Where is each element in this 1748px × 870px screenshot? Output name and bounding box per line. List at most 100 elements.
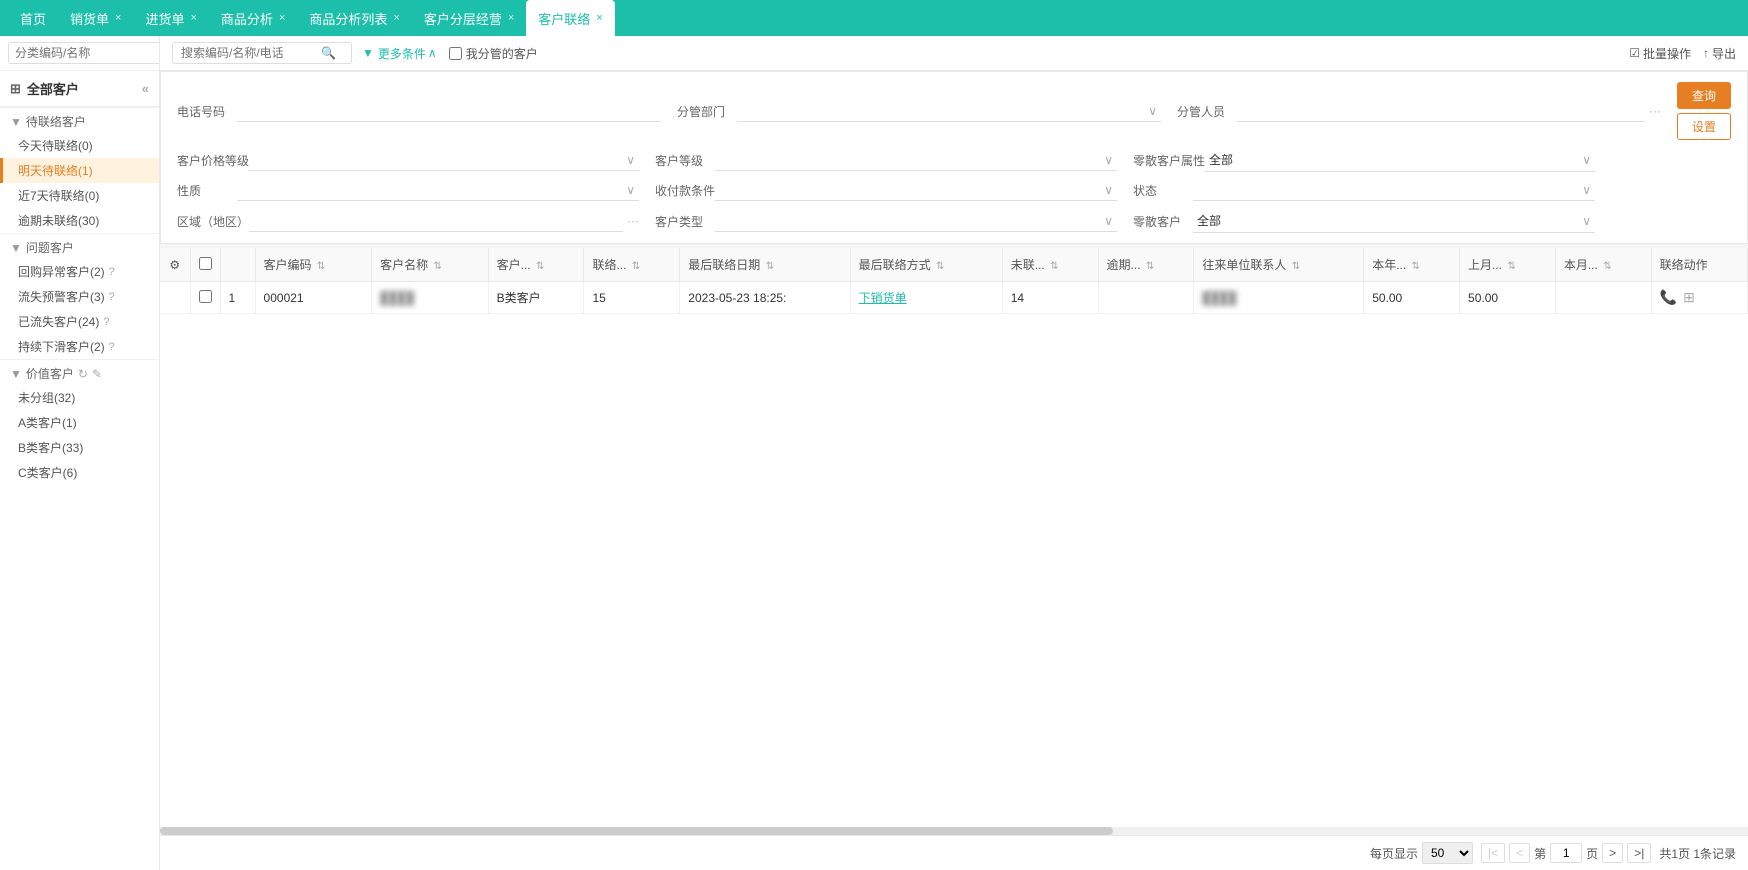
th-customer-type[interactable]: 客户... ⇅ (488, 248, 584, 282)
sidebar-search-container: 🔍 (0, 36, 159, 71)
batch-operation-button[interactable]: ☑ 批量操作 (1629, 45, 1691, 62)
horizontal-scrollbar[interactable] (160, 827, 1748, 835)
chevron-icon: ∧ (428, 46, 437, 60)
search-input[interactable] (181, 46, 321, 60)
sidebar-item-ungrouped[interactable]: 未分组(32) (0, 385, 159, 410)
filter-row-1: 电话号码 分管部门 ∨ 分管人员 ··· 查询 设置 (177, 82, 1731, 140)
nav-product-analysis-list[interactable]: 商品分析列表 × (297, 0, 411, 36)
filter-field-retail-attr[interactable]: 零散客户属性 全部 ∨ (1133, 148, 1595, 172)
th-last-contact-method[interactable]: 最后联络方式 ⇅ (850, 248, 1002, 282)
th-this-month[interactable]: 本月... ⇅ (1555, 248, 1651, 282)
row-check[interactable] (190, 282, 220, 314)
select-all-checkbox[interactable] (199, 257, 212, 270)
close-icon[interactable]: × (393, 12, 399, 24)
th-check[interactable] (190, 248, 220, 282)
filter-bar: 🔍 ▼ 更多条件 ∧ 我分管的客户 ☑ 批量操作 ↑ 导出 (160, 36, 1748, 71)
search-box[interactable]: 🔍 (172, 42, 352, 64)
next-page-button[interactable]: > (1602, 843, 1623, 863)
filter-field-retail-customer[interactable]: 零散客户 全部 ∨ (1133, 209, 1595, 233)
sidebar-item-overdue[interactable]: 逾期未联络(30) (0, 208, 159, 233)
filter-icon: ▼ (362, 46, 374, 60)
help-icon[interactable]: ? (103, 316, 109, 328)
sort-icon: ⇅ (1146, 261, 1154, 272)
content-area: 🔍 ▼ 更多条件 ∧ 我分管的客户 ☑ 批量操作 ↑ 导出 (160, 36, 1748, 870)
last-page-button[interactable]: >| (1627, 843, 1651, 863)
sidebar-item-class-c[interactable]: C类客户(6) (0, 460, 159, 485)
refresh-icon[interactable]: ↻ (78, 367, 88, 381)
close-icon[interactable]: × (190, 12, 196, 24)
filter-field-customer-type[interactable]: 客户类型 ∨ (655, 211, 1117, 232)
close-icon[interactable]: × (279, 12, 285, 24)
collapse-icon[interactable]: « (142, 81, 149, 96)
row-last-contact-method[interactable]: 下销货单 (850, 282, 1002, 314)
th-customer-name[interactable]: 客户名称 ⇅ (372, 248, 489, 282)
th-last-contact-date[interactable]: 最后联络日期 ⇅ (680, 248, 850, 282)
nav-product-analysis[interactable]: 商品分析 × (209, 0, 297, 36)
sidebar-item-class-a[interactable]: A类客户(1) (0, 410, 159, 435)
sort-icon: ⇅ (1603, 261, 1611, 272)
search-icon[interactable]: 🔍 (321, 46, 336, 60)
filter-field-region: 区域（地区） ··· (177, 210, 639, 232)
sidebar-item-7days[interactable]: 近7天待联络(0) (0, 183, 159, 208)
first-page-button[interactable]: |< (1481, 843, 1505, 863)
sidebar-item-class-b[interactable]: B类客户(33) (0, 435, 159, 460)
more-conditions-button[interactable]: ▼ 更多条件 ∧ (362, 45, 437, 62)
close-icon[interactable]: × (508, 12, 514, 24)
sidebar-item-tomorrow[interactable]: 明天待联络(1) (0, 158, 159, 183)
nav-home[interactable]: 首页 (8, 0, 58, 36)
sidebar-item-churned[interactable]: 已流失客户(24) ? (0, 309, 159, 334)
arrow-icon: ▼ (10, 241, 22, 255)
edit-icon[interactable]: ✎ (92, 367, 102, 381)
grid-action-icon[interactable]: ⊞ (1683, 289, 1695, 306)
settings-button[interactable]: 设置 (1677, 113, 1731, 140)
help-icon[interactable]: ? (109, 266, 115, 278)
sidebar-all-customers[interactable]: ⊞ 全部客户 « (0, 71, 159, 107)
sort-icon: ⇅ (1050, 261, 1058, 272)
th-not-contacted[interactable]: 未联... ⇅ (1002, 248, 1098, 282)
th-gear[interactable]: ⚙ (160, 248, 190, 282)
more-icon[interactable]: ··· (1649, 104, 1661, 118)
row-checkbox[interactable] (199, 290, 212, 303)
th-unit-contact[interactable]: 往来单位联系人 ⇅ (1194, 248, 1364, 282)
close-icon[interactable]: × (115, 12, 121, 24)
sidebar-item-declining[interactable]: 持续下滑客户(2) ? (0, 334, 159, 359)
th-last-month[interactable]: 上月... ⇅ (1460, 248, 1556, 282)
th-contact[interactable]: 联络... ⇅ (584, 248, 680, 282)
per-page-select[interactable]: 50 100 200 (1422, 842, 1473, 864)
help-icon[interactable]: ? (109, 291, 115, 303)
nav-purchase-order[interactable]: 进货单 × (133, 0, 208, 36)
scrollbar-thumb[interactable] (160, 827, 1113, 835)
th-this-year[interactable]: 本年... ⇅ (1364, 248, 1460, 282)
sort-icon: ⇅ (766, 261, 774, 272)
nav-sales-order[interactable]: 销货单 × (58, 0, 133, 36)
nav-customer-tier[interactable]: 客户分层经营 × (412, 0, 526, 36)
phone-icon[interactable]: 📞 (1660, 289, 1677, 306)
sidebar-item-abnormal[interactable]: 回购异常客户(2) ? (0, 259, 159, 284)
query-button[interactable]: 查询 (1677, 82, 1731, 109)
nav-customer-contact[interactable]: 客户联络 × (526, 0, 614, 36)
th-customer-code[interactable]: 客户编码 ⇅ (255, 248, 372, 282)
filter-field-gender[interactable]: 性质 ∨ (177, 180, 639, 201)
filter-field-price-level[interactable]: 客户价格等级 ∨ (177, 150, 639, 171)
sort-icon: ⇅ (317, 261, 325, 272)
row-contact: 15 (584, 282, 680, 314)
sidebar-item-churn-warning[interactable]: 流失预警客户(3) ? (0, 284, 159, 309)
sidebar-search-input[interactable] (8, 42, 160, 64)
chevron-down-icon: ∨ (1104, 183, 1113, 197)
filter-field-payment[interactable]: 收付款条件 ∨ (655, 180, 1117, 201)
prev-page-button[interactable]: < (1509, 843, 1530, 863)
page-number-input[interactable] (1550, 843, 1582, 863)
th-overdue[interactable]: 逾期... ⇅ (1098, 248, 1194, 282)
filter-field-dept[interactable]: 分管部门 ∨ (677, 101, 1161, 122)
export-button[interactable]: ↑ 导出 (1703, 45, 1736, 62)
sidebar-item-today[interactable]: 今天待联络(0) (0, 133, 159, 158)
my-customers-checkbox[interactable]: 我分管的客户 (449, 45, 538, 62)
more-icon[interactable]: ··· (627, 214, 639, 228)
my-customers-check[interactable] (449, 47, 462, 60)
filter-field-status[interactable]: 状态 ∨ (1133, 180, 1595, 201)
filter-field-customer-level[interactable]: 客户等级 ∨ (655, 150, 1117, 171)
filter-row-2: 客户价格等级 ∨ 客户等级 ∨ 零散客户属性 全部 ∨ (177, 148, 1731, 172)
row-unit-contact: ████ (1194, 282, 1364, 314)
help-icon[interactable]: ? (109, 341, 115, 353)
close-icon[interactable]: × (596, 12, 602, 24)
